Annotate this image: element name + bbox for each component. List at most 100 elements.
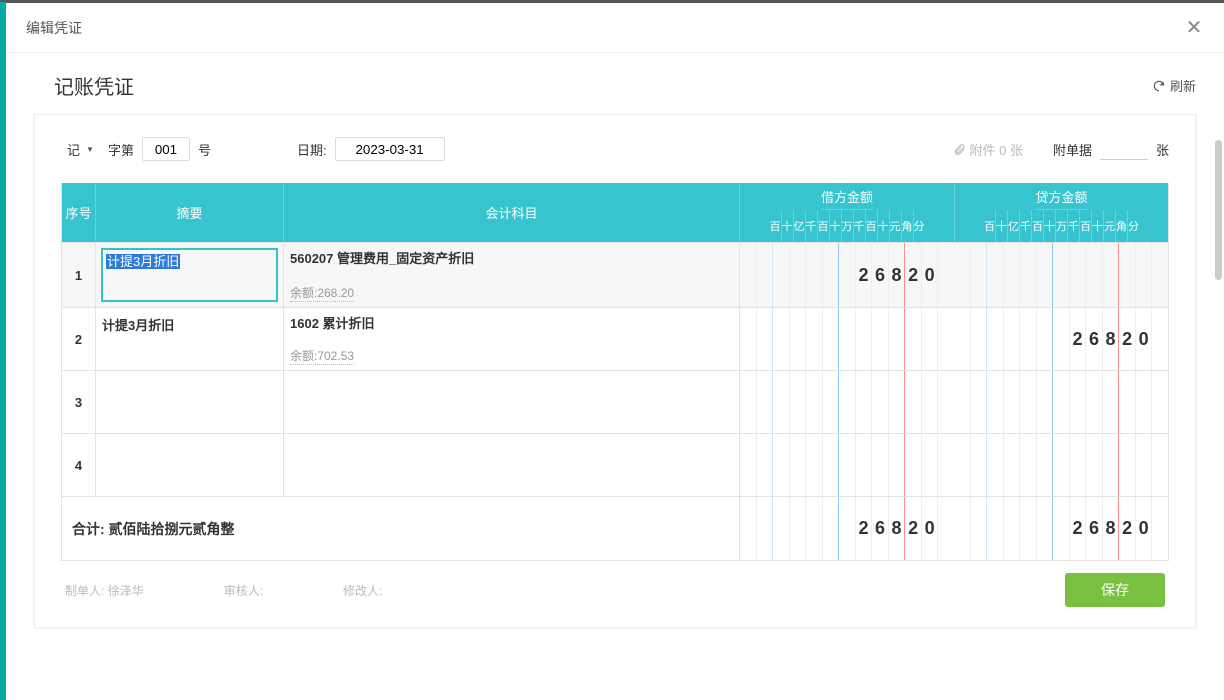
digit-cell[interactable] xyxy=(1036,371,1053,433)
digit-cell[interactable] xyxy=(838,308,855,370)
digit-cell[interactable]: 2 xyxy=(1069,497,1086,560)
digit-cell[interactable]: 8 xyxy=(1102,497,1119,560)
account-cell[interactable] xyxy=(284,434,740,496)
digit-cell[interactable] xyxy=(1019,243,1036,307)
digit-cell[interactable] xyxy=(772,497,789,560)
digit-cell[interactable] xyxy=(1036,243,1053,307)
digit-cell[interactable]: 2 xyxy=(1118,497,1135,560)
digit-cell[interactable] xyxy=(1102,371,1119,433)
digit-cell[interactable] xyxy=(1052,243,1069,307)
digit-cell[interactable]: 0 xyxy=(1135,497,1152,560)
digit-cell[interactable] xyxy=(1151,497,1168,560)
digit-cell[interactable] xyxy=(1019,434,1036,496)
abstract-input[interactable]: 计提3月折旧 xyxy=(101,248,278,302)
digit-cell[interactable]: 2 xyxy=(855,497,872,560)
digit-cell[interactable] xyxy=(740,434,756,496)
digit-cell[interactable] xyxy=(954,371,970,433)
debit-amount[interactable] xyxy=(740,308,954,370)
digit-cell[interactable] xyxy=(986,308,1003,370)
digit-cell[interactable] xyxy=(1102,434,1119,496)
digit-cell[interactable]: 2 xyxy=(904,243,921,307)
digit-cell[interactable] xyxy=(1036,308,1053,370)
debit-amount[interactable] xyxy=(740,434,954,496)
digit-cell[interactable] xyxy=(855,371,872,433)
digit-cell[interactable] xyxy=(838,243,855,307)
close-icon[interactable]: ✕ xyxy=(1184,15,1204,40)
digit-cell[interactable] xyxy=(805,434,822,496)
digit-cell[interactable] xyxy=(789,308,806,370)
digit-cell[interactable] xyxy=(904,434,921,496)
digit-cell[interactable] xyxy=(789,371,806,433)
digit-cell[interactable]: 0 xyxy=(921,243,938,307)
debit-amount[interactable]: 26820 xyxy=(740,243,954,307)
digit-cell[interactable] xyxy=(954,308,970,370)
digit-cell[interactable] xyxy=(937,434,954,496)
digit-cell[interactable] xyxy=(1085,434,1102,496)
digit-cell[interactable] xyxy=(772,243,789,307)
abstract-cell[interactable] xyxy=(96,371,284,433)
attachment-link[interactable]: 附件 0 张 xyxy=(953,140,1023,159)
abstract-cell[interactable] xyxy=(96,434,284,496)
digit-cell[interactable]: 6 xyxy=(871,497,888,560)
refresh-button[interactable]: 刷新 xyxy=(1152,76,1196,95)
digit-cell[interactable] xyxy=(855,434,872,496)
digit-cell[interactable] xyxy=(986,371,1003,433)
voucher-type-select[interactable]: 记 ▼ xyxy=(61,138,100,161)
digit-cell[interactable] xyxy=(1052,434,1069,496)
digit-cell[interactable] xyxy=(921,371,938,433)
digit-cell[interactable] xyxy=(838,371,855,433)
digit-cell[interactable] xyxy=(1069,243,1086,307)
credit-amount[interactable]: 26820 xyxy=(954,308,1168,370)
digit-cell[interactable] xyxy=(740,497,756,560)
digit-cell[interactable] xyxy=(888,371,905,433)
abstract-cell[interactable]: 计提3月折旧 xyxy=(96,243,284,307)
digit-cell[interactable] xyxy=(1135,434,1152,496)
digit-cell[interactable] xyxy=(1085,371,1102,433)
digit-cell[interactable] xyxy=(986,497,1003,560)
digit-cell[interactable] xyxy=(756,497,773,560)
digit-cell[interactable] xyxy=(954,497,970,560)
digit-cell[interactable]: 6 xyxy=(871,243,888,307)
digit-cell[interactable] xyxy=(822,243,839,307)
digit-cell[interactable] xyxy=(805,308,822,370)
digit-cell[interactable] xyxy=(772,434,789,496)
digit-cell[interactable] xyxy=(1052,371,1069,433)
digit-cell[interactable] xyxy=(954,434,970,496)
digit-cell[interactable] xyxy=(954,243,970,307)
voucher-seq-input[interactable] xyxy=(142,137,190,161)
digit-cell[interactable] xyxy=(772,308,789,370)
digit-cell[interactable] xyxy=(1102,243,1119,307)
digit-cell[interactable] xyxy=(1036,497,1053,560)
digit-cell[interactable] xyxy=(937,308,954,370)
digit-cell[interactable] xyxy=(756,371,773,433)
digit-cell[interactable] xyxy=(1036,434,1053,496)
digit-cell[interactable] xyxy=(904,371,921,433)
digit-cell[interactable]: 6 xyxy=(1085,497,1102,560)
digit-cell[interactable] xyxy=(904,308,921,370)
digit-cell[interactable]: 6 xyxy=(1085,308,1102,370)
digit-cell[interactable] xyxy=(756,308,773,370)
digit-cell[interactable] xyxy=(805,497,822,560)
credit-amount[interactable] xyxy=(954,434,1168,496)
digit-cell[interactable]: 0 xyxy=(1135,308,1152,370)
digit-cell[interactable] xyxy=(1003,434,1020,496)
abstract-cell[interactable]: 计提3月折旧 xyxy=(96,308,284,370)
digit-cell[interactable] xyxy=(1003,243,1020,307)
digit-cell[interactable] xyxy=(1151,243,1168,307)
digit-cell[interactable] xyxy=(1118,243,1135,307)
digit-cell[interactable] xyxy=(921,434,938,496)
digit-cell[interactable] xyxy=(871,434,888,496)
digit-cell[interactable] xyxy=(970,243,987,307)
digit-cell[interactable] xyxy=(970,371,987,433)
digit-cell[interactable] xyxy=(822,497,839,560)
account-cell[interactable]: 1602 累计折旧余额:702.53 xyxy=(284,308,740,370)
digit-cell[interactable] xyxy=(937,243,954,307)
digit-cell[interactable]: 8 xyxy=(1102,308,1119,370)
digit-cell[interactable]: 2 xyxy=(1118,308,1135,370)
digit-cell[interactable] xyxy=(1069,434,1086,496)
digit-cell[interactable]: 8 xyxy=(888,243,905,307)
digit-cell[interactable] xyxy=(740,308,756,370)
digit-cell[interactable] xyxy=(1069,371,1086,433)
scrollbar-thumb[interactable] xyxy=(1215,140,1222,280)
account-cell[interactable]: 560207 管理费用_固定资产折旧余额:268.20 xyxy=(284,243,740,307)
